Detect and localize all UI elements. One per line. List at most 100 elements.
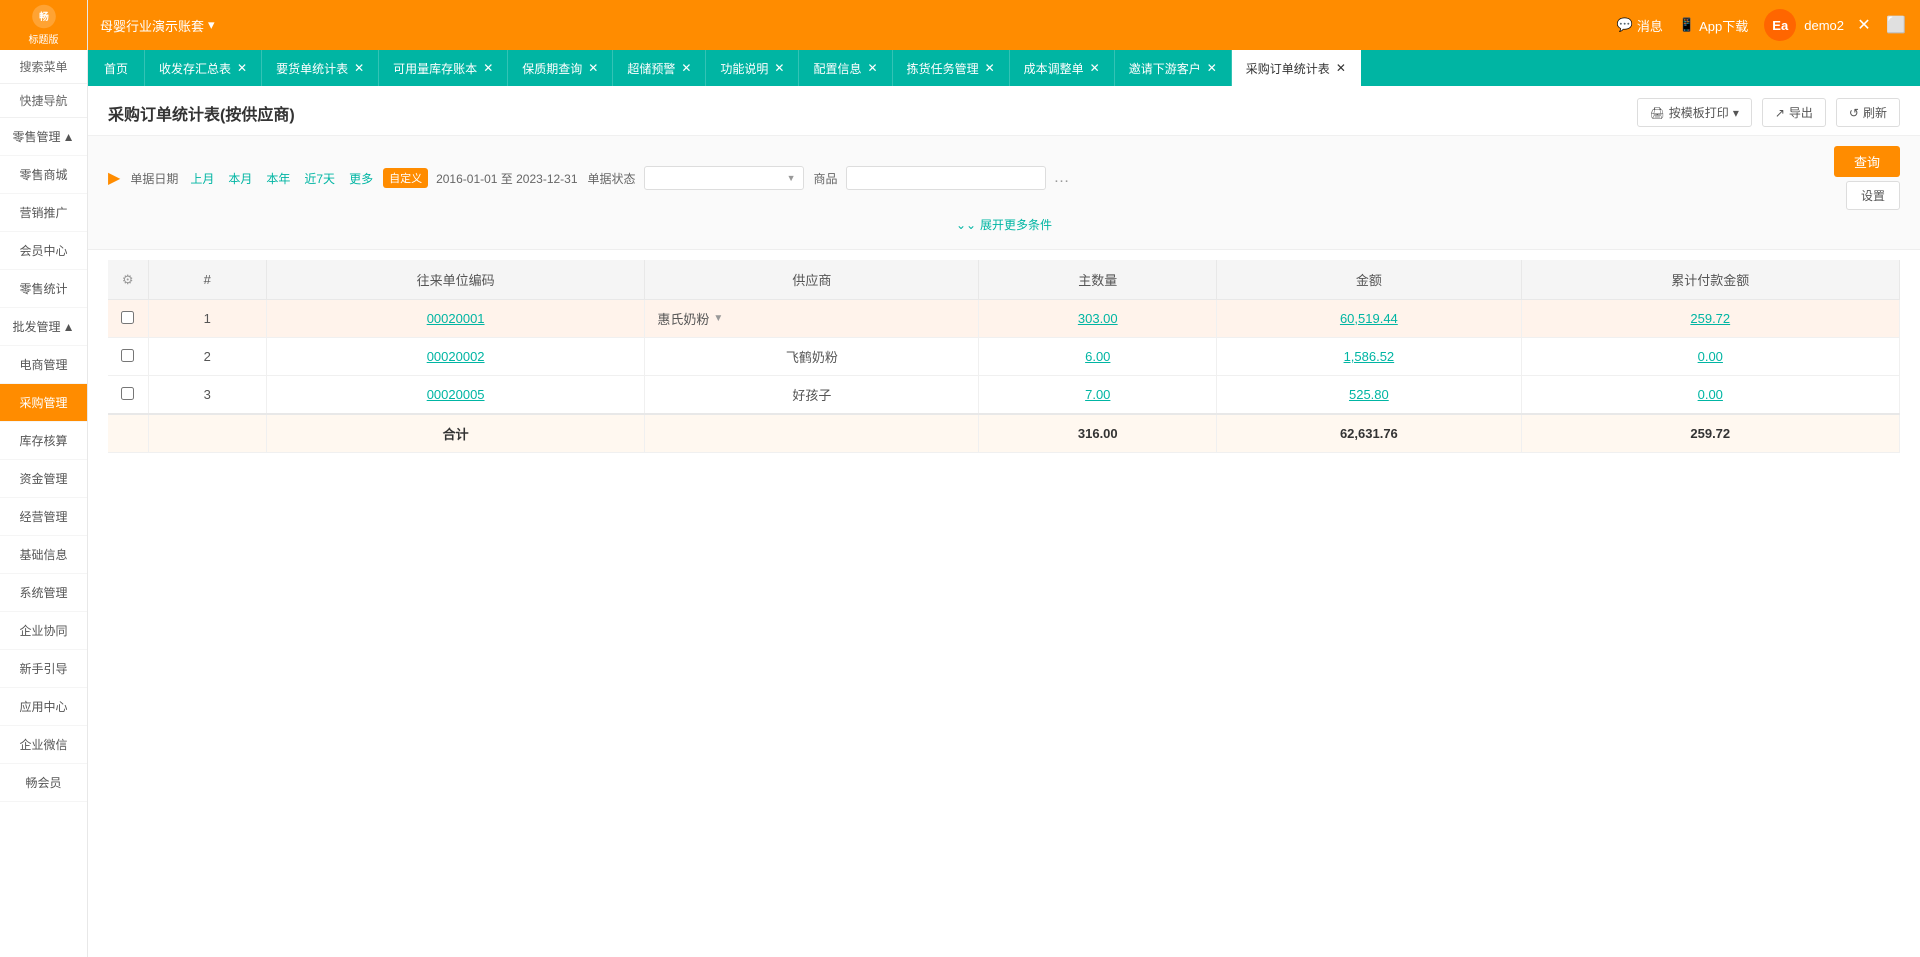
tab-cost-adjust[interactable]: 成本调整单 ✕ (1010, 50, 1115, 86)
row-partner-code[interactable]: 00020005 (266, 376, 644, 415)
tab-close-icon[interactable]: ✕ (1336, 62, 1346, 74)
sidebar-item-retail-mgmt[interactable]: 零售管理 ▲ (0, 118, 87, 156)
print-label: 按模板打印 (1669, 104, 1729, 121)
row-checkbox-input[interactable] (121, 387, 134, 400)
sidebar-item-newbie-guide[interactable]: 新手引导 (0, 650, 87, 688)
row-qty[interactable]: 303.00 (979, 300, 1217, 338)
row-paid[interactable]: 259.72 (1521, 300, 1899, 338)
query-button[interactable]: 查询 (1834, 146, 1900, 177)
sidebar-item-member[interactable]: 畅会员 (0, 764, 87, 802)
sidebar-item-member-center[interactable]: 会员中心 (0, 232, 87, 270)
sidebar-item-marketing[interactable]: 营销推广 (0, 194, 87, 232)
sidebar-item-enterprise-collab[interactable]: 企业协同 (0, 612, 87, 650)
tab-close-icon[interactable]: ✕ (868, 62, 878, 74)
tab-receipts-summary[interactable]: 收发存汇总表 ✕ (145, 50, 262, 86)
status-select[interactable] (644, 166, 804, 190)
sidebar-item-wholesale[interactable]: 批发管理 ▲ (0, 308, 87, 346)
row-paid[interactable]: 0.00 (1521, 338, 1899, 376)
sidebar-item-retail-store[interactable]: 零售商城 (0, 156, 87, 194)
svg-text:畅: 畅 (39, 10, 49, 23)
tab-overstock-warning[interactable]: 超储预警 ✕ (613, 50, 706, 86)
app-download-button[interactable]: 📱 App下载 (1679, 16, 1748, 35)
row-checkbox-input[interactable] (121, 349, 134, 362)
download-icon: 📱 (1679, 17, 1695, 33)
settings-button[interactable]: 设置 (1846, 181, 1900, 210)
tab-close-icon[interactable]: ✕ (985, 62, 995, 74)
workspace-selector[interactable]: 母婴行业演示账套 ▾ (100, 16, 215, 35)
tab-close-icon[interactable]: ✕ (1090, 62, 1100, 74)
tab-purchase-order-stats[interactable]: 采购订单统计表 ✕ (1232, 50, 1361, 86)
row-partner-code[interactable]: 00020002 (266, 338, 644, 376)
tab-expiry-query[interactable]: 保质期查询 ✕ (508, 50, 613, 86)
expand-collapse-icon[interactable]: ▶ (108, 168, 120, 188)
tab-close-icon[interactable]: ✕ (354, 62, 364, 74)
sidebar-item-ecommerce[interactable]: 电商管理 (0, 346, 87, 384)
window-maximize-button[interactable]: ⬜ (1884, 13, 1908, 37)
sidebar-item-operations[interactable]: 经营管理 (0, 498, 87, 536)
tab-function-desc[interactable]: 功能说明 ✕ (706, 50, 799, 86)
sidebar-search-label[interactable]: 搜索菜单 (6, 58, 81, 75)
tab-config-info[interactable]: 配置信息 ✕ (799, 50, 892, 86)
workspace-arrow: ▾ (208, 17, 215, 33)
goods-filter-input[interactable] (846, 166, 1046, 190)
tab-close-icon[interactable]: ✕ (588, 62, 598, 74)
refresh-button[interactable]: ↺ 刷新 (1836, 98, 1900, 127)
row-checkbox[interactable] (108, 376, 148, 415)
tab-invite-downstream[interactable]: 邀请下游客户 ✕ (1115, 50, 1232, 86)
tab-order-stats[interactable]: 要货单统计表 ✕ (262, 50, 379, 86)
goods-filter-section: 商品 … (814, 166, 1070, 190)
tab-home[interactable]: 首页 (88, 50, 145, 86)
print-button[interactable]: 🖨 按模板打印 ▾ (1637, 98, 1752, 127)
row-checkbox[interactable] (108, 338, 148, 376)
row-partner-code[interactable]: 00020001 (266, 300, 644, 338)
sidebar-item-system-mgmt[interactable]: 系统管理 (0, 574, 87, 612)
gear-icon[interactable]: ⚙ (122, 272, 134, 287)
row-paid[interactable]: 0.00 (1521, 376, 1899, 415)
sidebar-item-purchase-mgmt[interactable]: 采购管理 (0, 384, 87, 422)
page-title: 采购订单统计表(按供应商) (108, 101, 295, 125)
shortcut-this-month[interactable]: 本月 (224, 168, 256, 189)
expand-row-icon[interactable]: ▼ (713, 313, 723, 324)
sidebar-search-section[interactable]: 搜索菜单 (0, 50, 87, 84)
tab-inventory-book[interactable]: 可用量库存账本 ✕ (379, 50, 508, 86)
filter-more-options-icon[interactable]: … (1054, 169, 1070, 187)
window-close-button[interactable]: ✕ (1852, 13, 1876, 37)
tab-close-icon[interactable]: ✕ (681, 62, 691, 74)
tab-close-icon[interactable]: ✕ (1207, 62, 1217, 74)
shortcut-7days[interactable]: 近7天 (300, 168, 339, 189)
tab-close-icon[interactable]: ✕ (774, 62, 784, 74)
tab-picking-task[interactable]: 拣货任务管理 ✕ (893, 50, 1010, 86)
shortcut-last-month[interactable]: 上月 (186, 168, 218, 189)
user-avatar[interactable]: Ea (1764, 9, 1796, 41)
th-supplier: 供应商 (645, 260, 979, 300)
sidebar-item-inventory[interactable]: 库存核算 (0, 422, 87, 460)
expand-more-conditions[interactable]: ⌄⌄ 展开更多条件 (108, 210, 1900, 239)
table-footer-row: 合计 316.00 62,631.76 259.72 (108, 414, 1900, 453)
sidebar-quicknav-label[interactable]: 快捷导航 (6, 88, 81, 113)
sidebar-quicknav-section[interactable]: 快捷导航 (0, 84, 87, 118)
shortcut-this-year[interactable]: 本年 (262, 168, 294, 189)
username-label[interactable]: demo2 (1804, 18, 1844, 33)
message-icon: 💬 (1617, 17, 1633, 33)
sidebar-item-base-info[interactable]: 基础信息 (0, 536, 87, 574)
sidebar-item-app-center[interactable]: 应用中心 (0, 688, 87, 726)
shortcut-more[interactable]: 更多 (345, 168, 377, 189)
page-header: 采购订单统计表(按供应商) 🖨 按模板打印 ▾ ↗ 导出 ↺ 刷新 (88, 86, 1920, 136)
tab-close-icon[interactable]: ✕ (237, 62, 247, 74)
row-checkbox-input[interactable] (121, 311, 134, 324)
row-qty[interactable]: 6.00 (979, 338, 1217, 376)
export-button[interactable]: ↗ 导出 (1762, 98, 1826, 127)
row-amount[interactable]: 60,519.44 (1217, 300, 1521, 338)
sidebar-item-finance[interactable]: 资金管理 (0, 460, 87, 498)
row-checkbox[interactable] (108, 300, 148, 338)
message-button[interactable]: 💬 消息 (1617, 16, 1663, 35)
date-custom-badge[interactable]: 自定义 (383, 168, 428, 188)
row-amount[interactable]: 525.80 (1217, 376, 1521, 415)
sidebar-item-retail-stats[interactable]: 零售统计 (0, 270, 87, 308)
row-amount[interactable]: 1,586.52 (1217, 338, 1521, 376)
tab-close-icon[interactable]: ✕ (483, 62, 493, 74)
sidebar-item-enterprise-wechat[interactable]: 企业微信 (0, 726, 87, 764)
table-row: 2 00020002 飞鹤奶粉 6.00 1,586.52 0.00 (108, 338, 1900, 376)
row-qty[interactable]: 7.00 (979, 376, 1217, 415)
message-label: 消息 (1637, 16, 1663, 35)
